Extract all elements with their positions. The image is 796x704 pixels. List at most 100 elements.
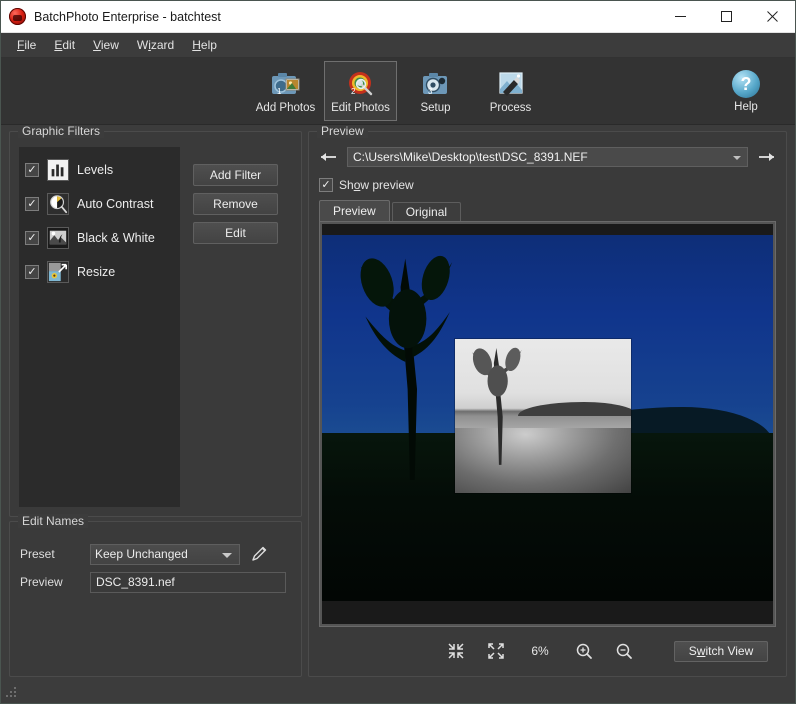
- preview-photo: [322, 235, 773, 601]
- menu-wizard[interactable]: Wizard: [128, 35, 183, 55]
- zoom-out-icon[interactable]: [615, 642, 633, 660]
- close-button[interactable]: [749, 1, 795, 32]
- menu-edit[interactable]: Edit: [45, 35, 84, 55]
- edit-names-title: Edit Names: [18, 514, 89, 528]
- filter-checkbox-black-and-white[interactable]: ✓: [25, 231, 39, 245]
- status-bar: [1, 677, 795, 703]
- zoom-level-label: 6%: [531, 644, 549, 658]
- window-title: BatchPhoto Enterprise - batchtest: [34, 9, 221, 24]
- main-content: Graphic Filters ✓ Levels ✓ Auto Contrast…: [1, 125, 795, 677]
- photo-tree: [349, 253, 466, 481]
- filter-checkbox-levels[interactable]: ✓: [25, 163, 39, 177]
- graphic-filters-panel: Graphic Filters ✓ Levels ✓ Auto Contrast…: [9, 125, 302, 517]
- filter-row-auto-contrast[interactable]: ✓ Auto Contrast: [19, 187, 180, 221]
- toolbar-edit-photos-label: Edit Photos: [331, 101, 390, 114]
- menu-file[interactable]: File: [8, 35, 45, 55]
- filter-name-levels: Levels: [77, 163, 114, 177]
- preset-label: Preset: [20, 547, 55, 561]
- levels-icon: [47, 159, 69, 181]
- zoom-in-icon[interactable]: [575, 642, 593, 660]
- toolbar-button-group: 1 Add Photos 2 Edit Photos 3 Setup Proce…: [1, 61, 795, 121]
- svg-text:2: 2: [351, 87, 356, 96]
- remove-filter-button[interactable]: Remove: [193, 193, 278, 215]
- filter-row-black-and-white[interactable]: ✓ Black & White: [19, 221, 180, 255]
- window-controls: [657, 1, 795, 32]
- path-navigation-row: C:\Users\Mike\Desktop\test\DSC_8391.NEF: [319, 145, 776, 169]
- preview-name-label: Preview: [20, 575, 63, 589]
- bw-inset-tree: [466, 345, 529, 466]
- add-photos-icon: 1: [269, 69, 303, 99]
- graphic-filters-title: Graphic Filters: [18, 125, 105, 138]
- toolbar-help-button[interactable]: ? Help: [715, 61, 777, 121]
- preset-selected-value: Keep Unchanged: [95, 547, 188, 561]
- resize-grip[interactable]: [6, 687, 18, 699]
- toolbar-process-button[interactable]: Process: [474, 61, 547, 121]
- chevron-down-icon: [222, 552, 232, 558]
- filter-checkbox-auto-contrast[interactable]: ✓: [25, 197, 39, 211]
- svg-text:3: 3: [428, 87, 433, 96]
- chevron-down-icon: [733, 156, 741, 160]
- filter-name-auto-contrast: Auto Contrast: [77, 197, 154, 211]
- fit-out-icon[interactable]: [487, 642, 505, 660]
- app-logo-icon: [9, 8, 26, 25]
- menu-help-label-rest: elp: [200, 38, 217, 52]
- help-icon: ?: [732, 69, 760, 98]
- arrow-left-icon[interactable]: [319, 148, 338, 167]
- menu-view[interactable]: View: [84, 35, 128, 55]
- menu-wizard-label-rest: zard: [150, 38, 175, 52]
- menu-edit-label-rest: dit: [62, 38, 76, 52]
- show-preview-row: ✓ Show preview: [319, 174, 776, 196]
- zoom-controls: 6%: [447, 642, 633, 660]
- auto-contrast-icon: [47, 193, 69, 215]
- menu-help[interactable]: Help: [183, 35, 226, 55]
- toolbar-add-photos-button[interactable]: 1 Add Photos: [249, 61, 322, 121]
- right-column: Preview C:\Users\Mike\Desktop\test\DSC_8…: [308, 125, 787, 677]
- filter-row-levels[interactable]: ✓ Levels: [19, 153, 180, 187]
- preview-bw-inset: [455, 339, 631, 494]
- pencil-icon[interactable]: [250, 545, 268, 563]
- preset-row: Preset Keep Unchanged: [20, 540, 291, 568]
- edit-names-panel: Edit Names Preset Keep Unchanged Preview…: [9, 514, 302, 677]
- toolbar-edit-photos-button[interactable]: 2 Edit Photos: [324, 61, 397, 121]
- preview-image-canvas[interactable]: [322, 224, 773, 624]
- arrow-right-icon[interactable]: [757, 148, 776, 167]
- process-icon: [494, 69, 528, 99]
- file-path-field[interactable]: C:\Users\Mike\Desktop\test\DSC_8391.NEF: [347, 147, 748, 167]
- zoom-toolbar: 6% S w itch View: [319, 627, 776, 668]
- filter-name-resize: Resize: [77, 265, 116, 279]
- tab-preview[interactable]: Preview: [319, 200, 390, 221]
- edit-filter-button[interactable]: Edit: [193, 222, 278, 244]
- main-toolbar: 1 Add Photos 2 Edit Photos 3 Setup Proce…: [1, 58, 795, 125]
- toolbar-setup-label: Setup: [420, 101, 451, 114]
- menu-bar: File Edit View Wizard Help: [1, 33, 795, 58]
- toolbar-process-label: Process: [489, 101, 532, 114]
- maximize-button[interactable]: [703, 1, 749, 32]
- menu-file-label-rest: ile: [24, 38, 37, 52]
- minimize-button[interactable]: [657, 1, 703, 32]
- add-filter-button[interactable]: Add Filter: [193, 164, 278, 186]
- svg-text:1: 1: [277, 87, 282, 96]
- switch-view-button[interactable]: Sw itch View: [674, 640, 768, 662]
- show-preview-label: Show preview: [339, 178, 414, 192]
- application-window: BatchPhoto Enterprise - batchtest File E…: [0, 0, 796, 704]
- filters-list[interactable]: ✓ Levels ✓ Auto Contrast ✓ Black & White…: [18, 146, 181, 508]
- preview-panel: Preview C:\Users\Mike\Desktop\test\DSC_8…: [308, 125, 787, 677]
- preview-panel-title: Preview: [317, 125, 368, 138]
- menu-view-label-rest: iew: [100, 38, 119, 52]
- preview-name-field[interactable]: DSC_8391.nef: [90, 571, 286, 593]
- toolbar-setup-button[interactable]: 3 Setup: [399, 61, 472, 121]
- preview-image-frame: [319, 221, 776, 627]
- show-preview-checkbox[interactable]: ✓: [319, 178, 333, 192]
- edit-photos-icon: 2: [344, 69, 378, 99]
- tab-original[interactable]: Original: [391, 202, 462, 221]
- left-column: Graphic Filters ✓ Levels ✓ Auto Contrast…: [9, 125, 302, 677]
- filter-checkbox-resize[interactable]: ✓: [25, 265, 39, 279]
- filter-name-black-and-white: Black & White: [77, 231, 155, 245]
- filters-button-group: Add Filter Remove Edit: [193, 146, 278, 508]
- filter-row-resize[interactable]: ✓ Resize: [19, 255, 180, 289]
- file-path-value: C:\Users\Mike\Desktop\test\DSC_8391.NEF: [353, 150, 588, 164]
- fit-in-icon[interactable]: [447, 642, 465, 660]
- black-and-white-icon: [47, 227, 69, 249]
- preset-select[interactable]: Keep Unchanged: [90, 543, 240, 565]
- title-bar: BatchPhoto Enterprise - batchtest: [1, 1, 795, 33]
